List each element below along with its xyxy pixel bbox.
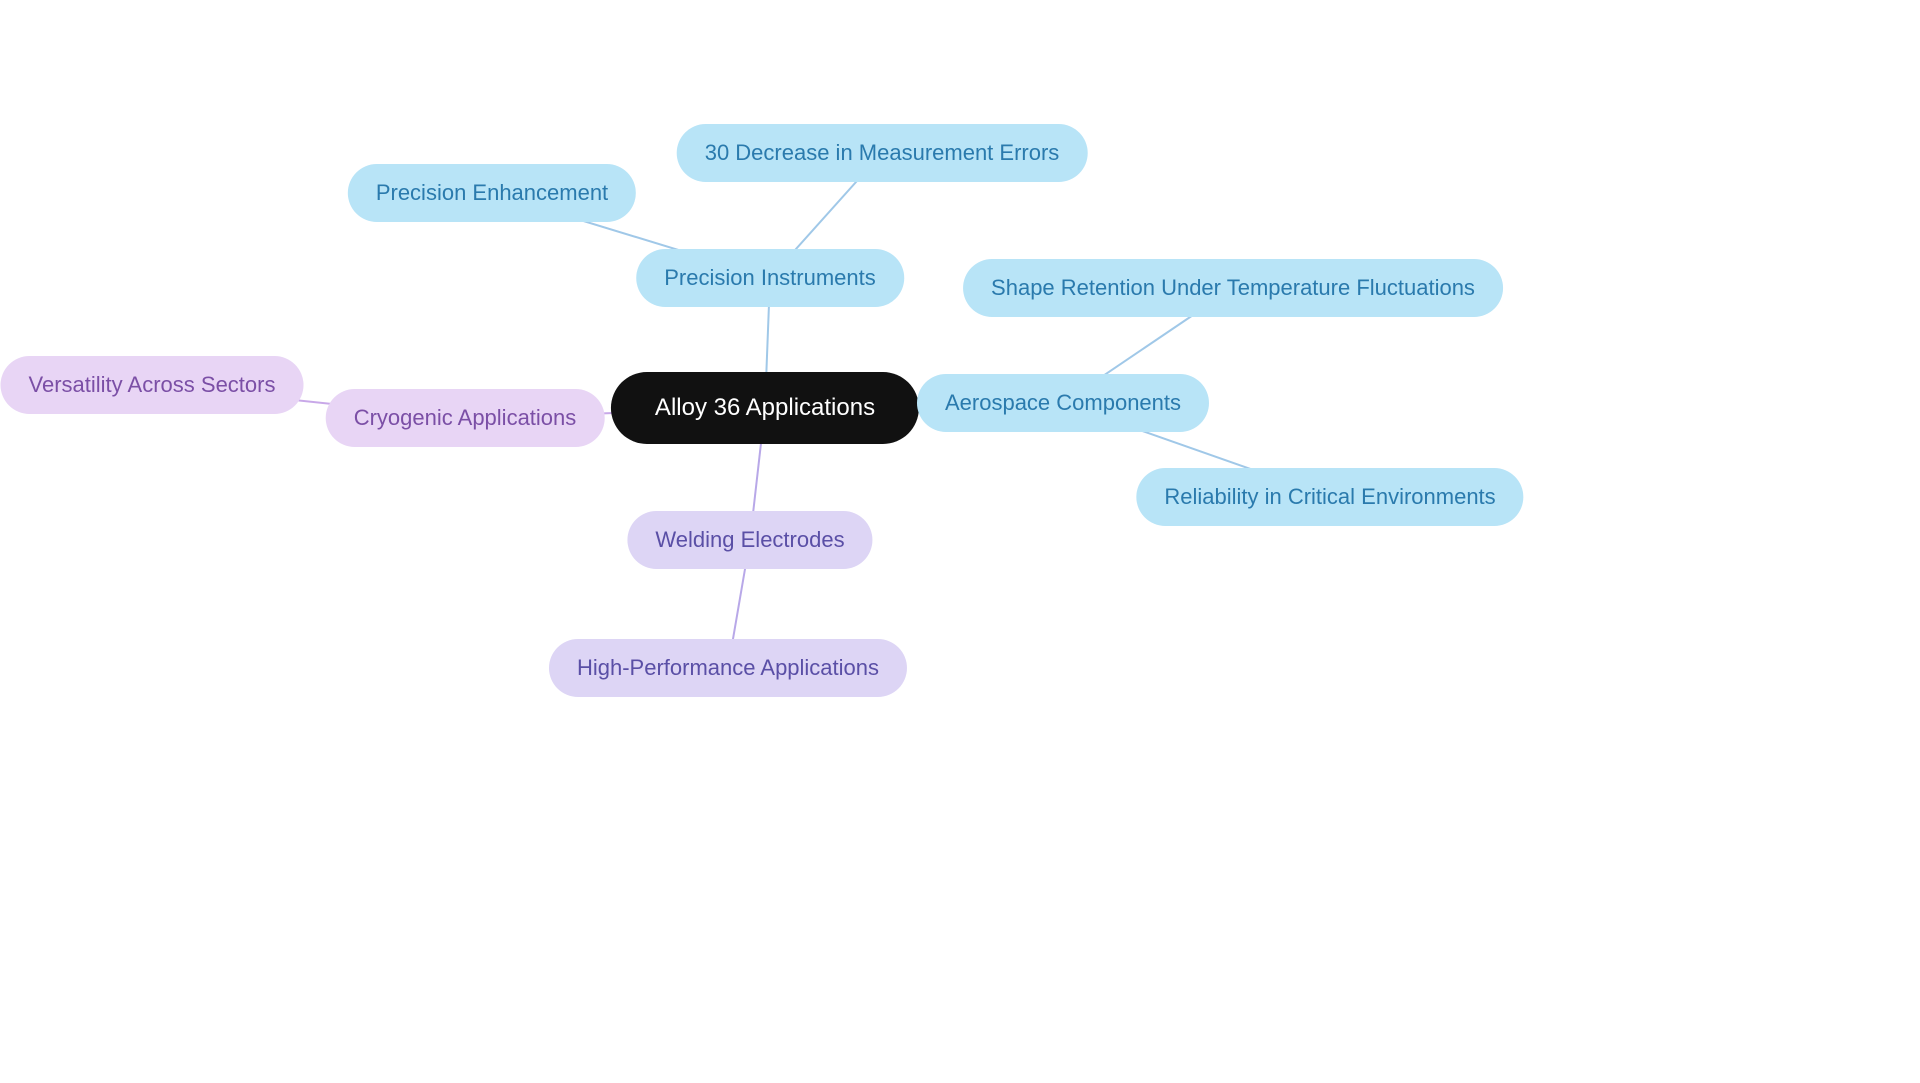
aerospace-components-node[interactable]: Aerospace Components [917,374,1209,432]
cryogenic-applications-node[interactable]: Cryogenic Applications [326,389,605,447]
center-node[interactable]: Alloy 36 Applications [611,372,919,444]
high-performance-node[interactable]: High-Performance Applications [549,639,907,697]
precision-enhancement-node[interactable]: Precision Enhancement [348,164,636,222]
welding-electrodes-node[interactable]: Welding Electrodes [627,511,872,569]
precision-instruments-node[interactable]: Precision Instruments [636,249,904,307]
measurement-errors-node[interactable]: 30 Decrease in Measurement Errors [677,124,1088,182]
versatility-node[interactable]: Versatility Across Sectors [1,356,304,414]
reliability-node[interactable]: Reliability in Critical Environments [1136,468,1523,526]
shape-retention-node[interactable]: Shape Retention Under Temperature Fluctu… [963,259,1503,317]
